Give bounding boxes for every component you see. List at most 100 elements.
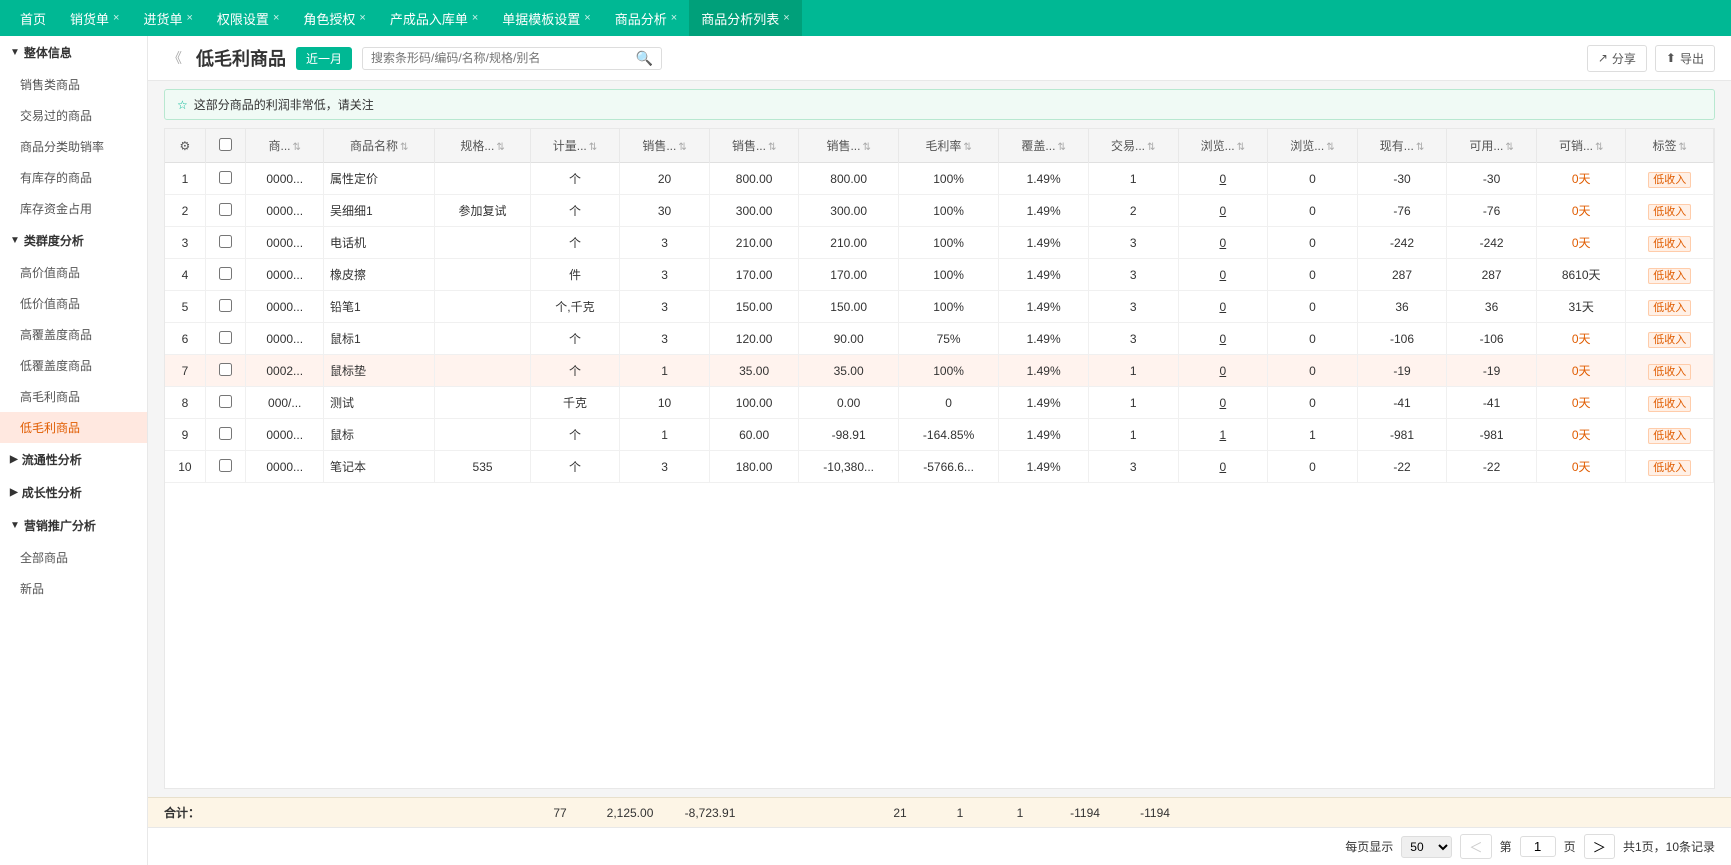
- sidebar: ▼ 整体信息 销售类商品 交易过的商品 商品分类助销率 有库存的商品 库存资金占…: [0, 36, 148, 865]
- sidebar-item-low-margin[interactable]: 低毛利商品: [0, 412, 147, 443]
- total-sales-qty: 77: [530, 806, 590, 820]
- sidebar-item-high-coverage[interactable]: 高覆盖度商品: [0, 319, 147, 350]
- time-filter-button[interactable]: 近一月: [296, 47, 352, 70]
- nav-template-settings[interactable]: 单据模板设置 ×: [490, 0, 602, 36]
- row-view1[interactable]: 0: [1178, 355, 1268, 387]
- row-trade-count: 1: [1088, 387, 1178, 419]
- row-sellable: 0天: [1536, 451, 1626, 483]
- sidebar-item-new-products[interactable]: 新品: [0, 573, 147, 604]
- row-checkbox[interactable]: [205, 195, 246, 227]
- sidebar-item-all-products[interactable]: 全部商品: [0, 542, 147, 573]
- sidebar-group-circulation[interactable]: ▶ 流通性分析: [0, 443, 147, 476]
- nav-home[interactable]: 首页: [8, 0, 58, 36]
- sidebar-item-high-margin[interactable]: 高毛利商品: [0, 381, 147, 412]
- nav-product-analysis[interactable]: 商品分析 ×: [603, 0, 689, 36]
- row-checkbox[interactable]: [205, 163, 246, 195]
- row-select-checkbox[interactable]: [219, 363, 232, 376]
- total-view1: 1: [930, 806, 990, 820]
- row-select-checkbox[interactable]: [219, 427, 232, 440]
- row-checkbox[interactable]: [205, 259, 246, 291]
- row-view1[interactable]: 1: [1178, 419, 1268, 451]
- row-view1[interactable]: 0: [1178, 259, 1268, 291]
- row-view1[interactable]: 0: [1178, 163, 1268, 195]
- close-product-inbound-icon[interactable]: ×: [472, 12, 478, 24]
- row-sellable: 0天: [1536, 355, 1626, 387]
- prev-page-button[interactable]: ＜: [1460, 834, 1491, 859]
- nav-product-analysis-list[interactable]: 商品分析列表 ×: [689, 0, 801, 36]
- next-page-button[interactable]: ＞: [1584, 834, 1615, 859]
- row-checkbox[interactable]: [205, 227, 246, 259]
- col-settings[interactable]: ⚙: [165, 129, 205, 163]
- row-select-checkbox[interactable]: [219, 459, 232, 472]
- sidebar-item-category-rate[interactable]: 商品分类助销率: [0, 131, 147, 162]
- row-select-checkbox[interactable]: [219, 395, 232, 408]
- nav-product-inbound[interactable]: 产成品入库单 ×: [378, 0, 490, 36]
- sidebar-item-traded-products[interactable]: 交易过的商品: [0, 100, 147, 131]
- row-no: 9: [165, 419, 205, 451]
- col-sales-qty: 销售...⇅: [620, 129, 710, 163]
- page-input[interactable]: [1520, 836, 1556, 857]
- row-select-checkbox[interactable]: [219, 203, 232, 216]
- row-view1[interactable]: 0: [1178, 323, 1268, 355]
- row-select-checkbox[interactable]: [219, 235, 232, 248]
- row-gross-rate: 0: [898, 387, 998, 419]
- row-checkbox[interactable]: [205, 355, 246, 387]
- export-button[interactable]: ⬆ 导出: [1655, 45, 1715, 72]
- row-name: 属性定价: [324, 163, 435, 195]
- row-view1[interactable]: 0: [1178, 195, 1268, 227]
- row-trade-count: 2: [1088, 195, 1178, 227]
- table-row: 2 0000... 吴细细1 参加复试 个 30 300.00 300.00 1…: [165, 195, 1714, 227]
- sidebar-item-low-coverage[interactable]: 低覆盖度商品: [0, 350, 147, 381]
- row-checkbox[interactable]: [205, 291, 246, 323]
- close-purchase-order-icon[interactable]: ×: [186, 12, 192, 24]
- table-row: 1 0000... 属性定价 个 20 800.00 800.00 100% 1…: [165, 163, 1714, 195]
- search-input[interactable]: [371, 51, 636, 65]
- sidebar-group-cluster[interactable]: ▼ 类群度分析: [0, 224, 147, 257]
- row-checkbox[interactable]: [205, 323, 246, 355]
- arrow-circulation-icon: ▶: [10, 454, 18, 465]
- sidebar-item-low-value[interactable]: 低价值商品: [0, 288, 147, 319]
- row-select-checkbox[interactable]: [219, 267, 232, 280]
- row-spec: [435, 387, 530, 419]
- col-spec: 规格...⇅: [435, 129, 530, 163]
- row-select-checkbox[interactable]: [219, 171, 232, 184]
- share-button[interactable]: ↗ 分享: [1587, 45, 1647, 72]
- total-view2: 1: [990, 806, 1050, 820]
- row-checkbox[interactable]: [205, 387, 246, 419]
- row-view1[interactable]: 0: [1178, 291, 1268, 323]
- row-checkbox[interactable]: [205, 451, 246, 483]
- row-view1[interactable]: 0: [1178, 387, 1268, 419]
- sidebar-group-marketing[interactable]: ▼ 营销推广分析: [0, 509, 147, 542]
- nav-sales-order[interactable]: 销货单 ×: [58, 0, 131, 36]
- row-select-checkbox[interactable]: [219, 299, 232, 312]
- search-icon[interactable]: 🔍: [636, 50, 653, 67]
- close-sales-order-icon[interactable]: ×: [113, 12, 119, 24]
- row-sales-amount: 150.00: [799, 291, 898, 323]
- row-view1[interactable]: 0: [1178, 451, 1268, 483]
- per-page-select[interactable]: 50 100 200: [1401, 836, 1452, 858]
- sidebar-item-sales-products[interactable]: 销售类商品: [0, 69, 147, 100]
- sidebar-collapse-button[interactable]: 《: [164, 44, 186, 72]
- nav-purchase-order[interactable]: 进货单 ×: [131, 0, 204, 36]
- row-view1[interactable]: 0: [1178, 227, 1268, 259]
- close-product-analysis-icon[interactable]: ×: [671, 12, 677, 24]
- select-all-checkbox[interactable]: [219, 138, 232, 151]
- close-template-settings-icon[interactable]: ×: [584, 12, 590, 24]
- tag-badge: 低收入: [1648, 428, 1691, 444]
- row-cover-rate: 1.49%: [999, 291, 1089, 323]
- nav-permission[interactable]: 权限设置 ×: [205, 0, 291, 36]
- total-available: -1194: [1120, 806, 1190, 820]
- sidebar-item-high-value[interactable]: 高价值商品: [0, 257, 147, 288]
- sidebar-item-stocked-products[interactable]: 有库存的商品: [0, 162, 147, 193]
- sidebar-group-growth[interactable]: ▶ 成长性分析: [0, 476, 147, 509]
- row-checkbox[interactable]: [205, 419, 246, 451]
- nav-role-auth[interactable]: 角色授权 ×: [291, 0, 377, 36]
- row-select-checkbox[interactable]: [219, 331, 232, 344]
- row-no: 4: [165, 259, 205, 291]
- col-current-stock: 现有...⇅: [1357, 129, 1447, 163]
- sidebar-group-overall[interactable]: ▼ 整体信息: [0, 36, 147, 69]
- close-role-auth-icon[interactable]: ×: [359, 12, 365, 24]
- close-product-analysis-list-icon[interactable]: ×: [783, 12, 789, 24]
- close-permission-icon[interactable]: ×: [273, 12, 279, 24]
- sidebar-item-capital-occupied[interactable]: 库存资金占用: [0, 193, 147, 224]
